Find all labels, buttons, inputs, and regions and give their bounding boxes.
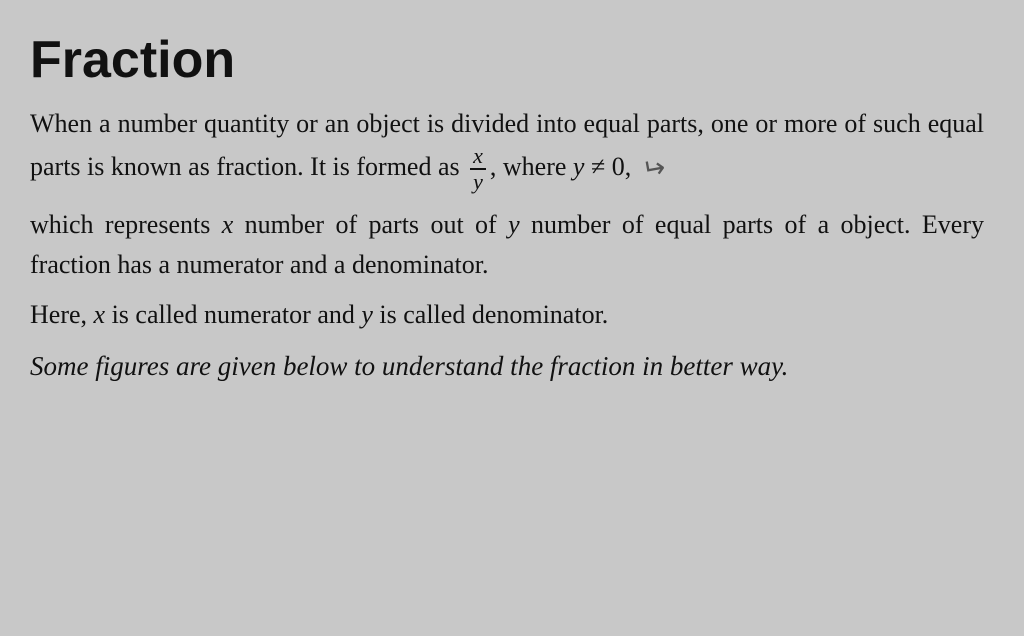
curved-arrow-icon: ↵ [638,146,669,193]
fraction-numerator: x [470,144,486,170]
page-title: Fraction [30,30,984,90]
page: Fraction When a number quantity or an ob… [0,0,1024,636]
fraction-x-over-y: x y [470,144,486,194]
paragraph-4: Some figures are given below to understa… [30,346,984,388]
paragraph-4-text: Some figures are given below to understa… [30,351,788,381]
fraction-denominator: y [470,170,486,194]
paragraph-2: which represents x number of parts out o… [30,205,984,286]
paragraph-1: When a number quantity or an object is d… [30,104,984,195]
paragraph-2-text: which represents x number of parts out o… [30,210,984,279]
paragraph-3: Here, x is called numerator and y is cal… [30,295,984,335]
paragraph-3-text: Here, x is called numerator and y is cal… [30,300,608,329]
paragraph-1-text-after-fraction: , where y ≠ 0, [490,152,631,181]
